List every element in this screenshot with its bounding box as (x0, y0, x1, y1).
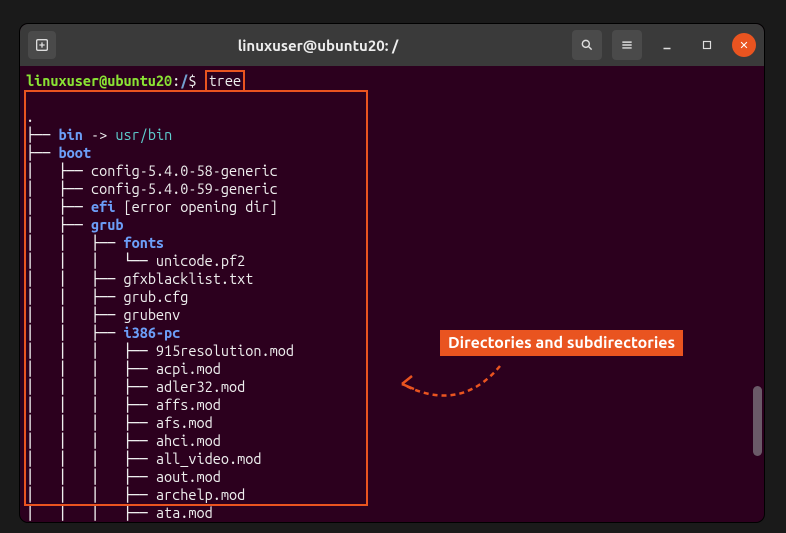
tree-output: . ├── bin -> usr/bin ├── boot │ ├── conf… (26, 108, 758, 522)
window-title: linuxuser@ubuntu20: / (64, 37, 572, 54)
prompt-user: linuxuser@ubuntu20 (26, 72, 172, 89)
annotation-label-container: Directories and subdirectories (440, 330, 683, 356)
prompt-line: linuxuser@ubuntu20:/$ tree (26, 70, 758, 92)
terminal-body[interactable]: linuxuser@ubuntu20:/$ tree . ├── bin -> … (20, 66, 764, 522)
menu-button[interactable] (612, 30, 642, 60)
titlebar: linuxuser@ubuntu20: / (20, 24, 764, 66)
annotation-label: Directories and subdirectories (440, 330, 683, 356)
command: tree (209, 72, 241, 89)
terminal-window: linuxuser@ubuntu20: / linuxuser@ubuntu20… (20, 24, 764, 522)
search-button[interactable] (572, 30, 602, 60)
minimize-button[interactable] (652, 30, 682, 60)
new-tab-button[interactable] (28, 31, 56, 59)
scrollbar-thumb[interactable] (753, 386, 762, 456)
close-button[interactable] (732, 33, 756, 57)
maximize-button[interactable] (692, 30, 722, 60)
command-highlight: tree (205, 70, 245, 92)
